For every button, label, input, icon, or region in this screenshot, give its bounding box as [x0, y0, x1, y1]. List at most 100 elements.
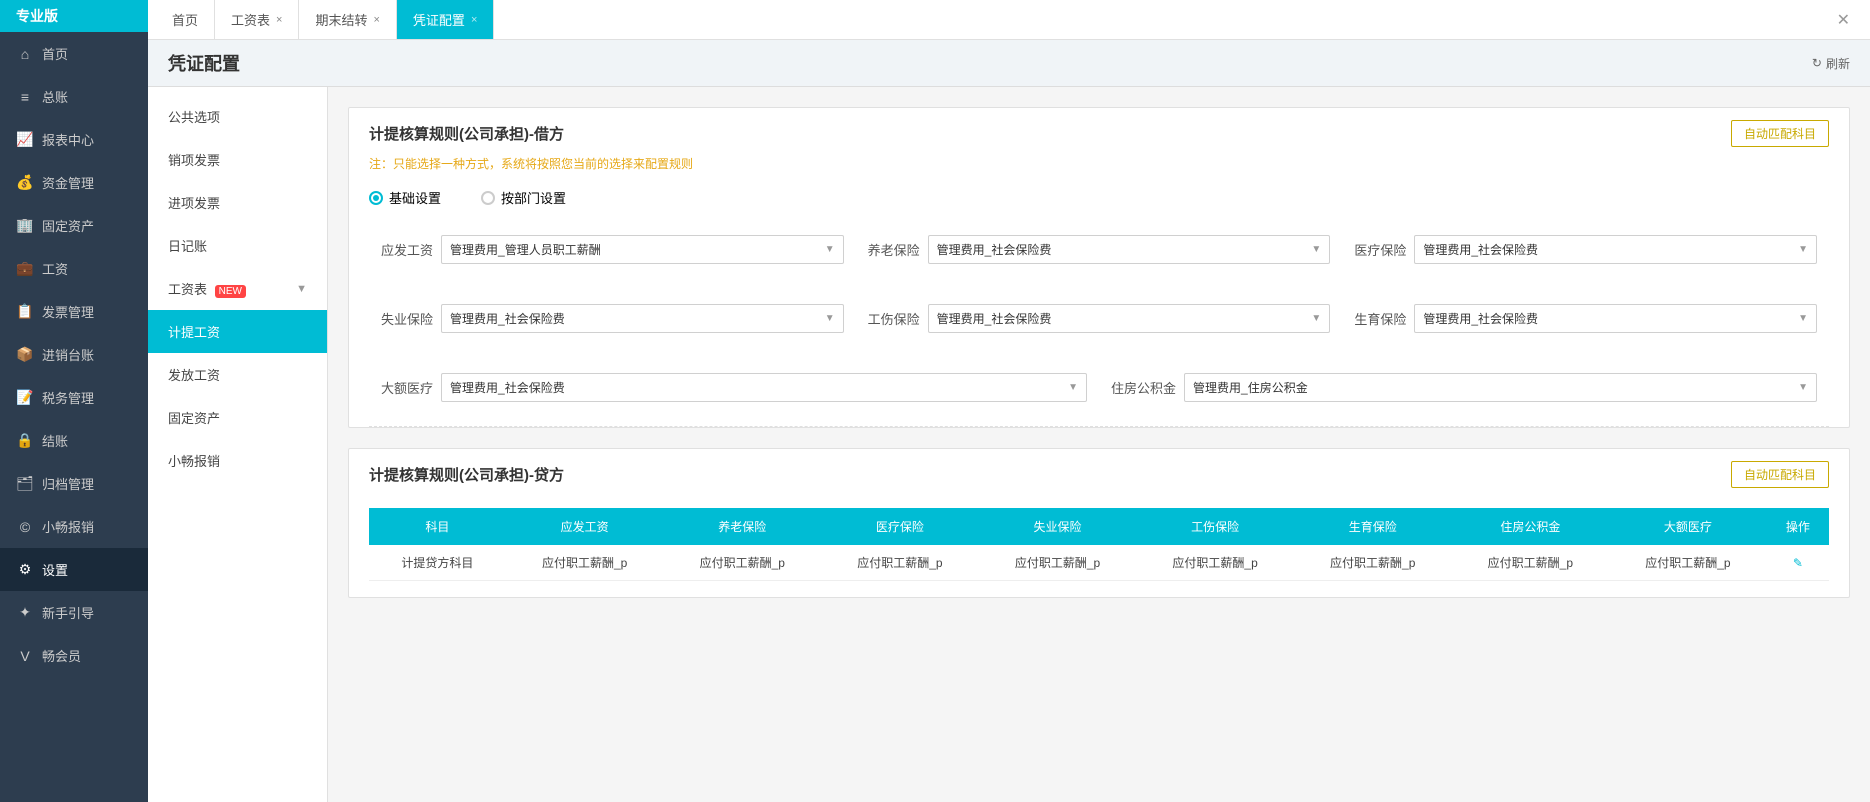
- th-ylbx: 养老保险: [663, 508, 821, 545]
- label-sybx: 失业保险: [381, 309, 433, 328]
- inventory-icon: 📦: [16, 346, 34, 363]
- tab-period-close-close[interactable]: ×: [373, 14, 379, 26]
- tab-payroll-close[interactable]: ×: [276, 14, 282, 26]
- select-sybx2[interactable]: 管理费用_社会保险费 ▼: [1414, 304, 1817, 333]
- label-zfgjj: 住房公积金: [1111, 378, 1176, 397]
- select-zfgjj[interactable]: 管理费用_住房公积金 ▼: [1184, 373, 1817, 402]
- menu-item-xiaochang-expense[interactable]: 小畅报销: [148, 439, 327, 482]
- tab-voucher-config-close[interactable]: ×: [471, 14, 477, 26]
- section1-divider: [369, 426, 1829, 427]
- auto-match-debit-button[interactable]: 自动匹配科目: [1731, 120, 1829, 147]
- select-ylbx[interactable]: 管理费用_社会保险费 ▼: [928, 235, 1331, 264]
- radio-basic[interactable]: 基础设置: [369, 188, 441, 207]
- menu-item-payroll-table[interactable]: 工资表 NEW ▼: [148, 267, 327, 310]
- refresh-label: 刷新: [1826, 55, 1850, 72]
- section-debit: 计提核算规则(公司承担)-借方 自动匹配科目 注：只能选择一种方式，系统将按照您…: [348, 107, 1850, 428]
- sidebar-item-settings[interactable]: ⚙ 设置: [0, 548, 148, 591]
- sidebar: 专业版 ⌂ 首页 ≡ 总账 📈 报表中心 💰 资金管理 🏢 固定资产 💼 工资 …: [0, 0, 148, 802]
- chevron-down-icon-ylbx2: ▼: [1798, 244, 1808, 255]
- sidebar-item-guide[interactable]: ✦ 新手引导: [0, 591, 148, 634]
- td-gsbx: 应付职工薪酬_p: [1136, 545, 1294, 581]
- sidebar-item-xiaochang[interactable]: © 小畅报销: [0, 505, 148, 548]
- credit-table: 科目 应发工资 养老保险 医疗保险 失业保险 工伤保险 生育保险 住房公积金 大…: [369, 508, 1829, 581]
- sidebar-label-assets: 固定资产: [42, 216, 94, 235]
- sidebar-item-closing[interactable]: 🔒 结账: [0, 419, 148, 462]
- field-sybx2: 生育保险 管理费用_社会保险费 ▼: [1342, 296, 1829, 341]
- field-gsbx: 工伤保险 管理费用_社会保险费 ▼: [856, 296, 1343, 341]
- menu-item-issue-payroll[interactable]: 发放工资: [148, 353, 327, 396]
- sidebar-item-assets[interactable]: 🏢 固定资产: [0, 204, 148, 247]
- select-deyly[interactable]: 管理费用_社会保险费 ▼: [441, 373, 1087, 402]
- select-gsbx[interactable]: 管理费用_社会保险费 ▼: [928, 304, 1331, 333]
- sidebar-label-settings: 设置: [42, 560, 68, 579]
- select-sybx[interactable]: 管理费用_社会保险费 ▼: [441, 304, 844, 333]
- sidebar-label-ledger: 总账: [42, 87, 68, 106]
- menu-label-journal: 日记账: [168, 236, 207, 255]
- th-action: 操作: [1767, 508, 1829, 545]
- section2-header: 计提核算规则(公司承担)-贷方 自动匹配科目: [349, 449, 1849, 496]
- tab-period-close[interactable]: 期末结转 ×: [299, 0, 396, 39]
- reports-icon: 📈: [16, 131, 34, 148]
- td-sybx: 应付职工薪酬_p: [979, 545, 1137, 581]
- section-credit: 计提核算规则(公司承担)-贷方 自动匹配科目 科目 应发工资 养老保险 医疗保险…: [348, 448, 1850, 598]
- menu-item-fixed-assets[interactable]: 固定资产: [148, 396, 327, 439]
- sidebar-label-home: 首页: [42, 44, 68, 63]
- form-grid-row1: 应发工资 管理费用_管理人员职工薪酬 ▼ 养老保险 管理费用_社会保险费 ▼: [349, 219, 1849, 288]
- radio-department[interactable]: 按部门设置: [481, 188, 566, 207]
- menu-item-public[interactable]: 公共选项: [148, 95, 327, 138]
- tab-voucher-config[interactable]: 凭证配置 ×: [397, 0, 494, 39]
- menu-item-accrual-payroll[interactable]: 计提工资: [148, 310, 327, 353]
- select-ylbx2[interactable]: 管理费用_社会保险费 ▼: [1414, 235, 1817, 264]
- guide-icon: ✦: [16, 604, 34, 621]
- menu-label-xiaochang-expense: 小畅报销: [168, 451, 220, 470]
- sidebar-item-ledger[interactable]: ≡ 总账: [0, 75, 148, 118]
- sidebar-item-reports[interactable]: 📈 报表中心: [0, 118, 148, 161]
- sidebar-label-funds: 资金管理: [42, 173, 94, 192]
- section1-header: 计提核算规则(公司承担)-借方 自动匹配科目: [349, 108, 1849, 155]
- sidebar-item-archive[interactable]: 🗂 归档管理: [0, 462, 148, 505]
- closing-icon: 🔒: [16, 432, 34, 449]
- brand-label: 专业版: [16, 6, 58, 26]
- td-action[interactable]: ✎: [1767, 545, 1829, 581]
- form-grid-row2: 失业保险 管理费用_社会保险费 ▼ 工伤保险 管理费用_社会保险费 ▼: [349, 288, 1849, 357]
- home-icon: ⌂: [16, 46, 34, 62]
- tab-home[interactable]: 首页: [156, 0, 215, 39]
- refresh-icon: ↻: [1812, 56, 1822, 70]
- menu-label-public: 公共选项: [168, 107, 220, 126]
- left-menu: 公共选项 销项发票 进项发票 日记账 工资表 NEW ▼ 计提工资: [148, 87, 328, 802]
- sidebar-item-tax[interactable]: 📝 税务管理: [0, 376, 148, 419]
- tab-voucher-config-label: 凭证配置: [413, 10, 465, 29]
- th-ylbx2: 医疗保险: [821, 508, 979, 545]
- menu-item-journal[interactable]: 日记账: [148, 224, 327, 267]
- sidebar-item-vip[interactable]: V 畅会员: [0, 634, 148, 677]
- menu-item-purchase-invoice[interactable]: 进项发票: [148, 181, 327, 224]
- sidebar-item-invoice[interactable]: 📋 发票管理: [0, 290, 148, 333]
- chevron-down-icon-gsbx: ▼: [1311, 313, 1321, 324]
- tab-payroll[interactable]: 工资表 ×: [215, 0, 299, 39]
- sidebar-label-reports: 报表中心: [42, 130, 94, 149]
- chevron-down-icon-ylbx: ▼: [1311, 244, 1321, 255]
- select-sybx-value: 管理费用_社会保险费: [450, 310, 565, 327]
- sidebar-item-inventory[interactable]: 📦 进销台账: [0, 333, 148, 376]
- td-ylbx: 应付职工薪酬_p: [663, 545, 821, 581]
- sidebar-item-payroll[interactable]: 💼 工资: [0, 247, 148, 290]
- tab-home-label: 首页: [172, 10, 198, 29]
- sidebar-label-archive: 归档管理: [42, 474, 94, 493]
- menu-label-accrual-payroll: 计提工资: [168, 322, 220, 341]
- field-ylbx2: 医疗保险 管理费用_社会保险费 ▼: [1342, 227, 1829, 272]
- sidebar-item-funds[interactable]: 💰 资金管理: [0, 161, 148, 204]
- main-area: 首页 工资表 × 期末结转 × 凭证配置 × ✕ 凭证配置 ↻ 刷新 公共选项: [148, 0, 1870, 802]
- field-ylbx: 养老保险 管理费用_社会保险费 ▼: [856, 227, 1343, 272]
- label-deyly: 大额医疗: [381, 378, 433, 397]
- chevron-down-icon-sybx2: ▼: [1798, 313, 1808, 324]
- credit-table-container: 科目 应发工资 养老保险 医疗保险 失业保险 工伤保险 生育保险 住房公积金 大…: [349, 496, 1849, 597]
- refresh-button[interactable]: ↻ 刷新: [1812, 55, 1850, 72]
- auto-match-credit-button[interactable]: 自动匹配科目: [1731, 461, 1829, 488]
- sidebar-label-closing: 结账: [42, 431, 68, 450]
- sidebar-item-home[interactable]: ⌂ 首页: [0, 32, 148, 75]
- field-zfgjj: 住房公积金 管理费用_住房公积金 ▼: [1099, 365, 1829, 410]
- select-yfgz[interactable]: 管理费用_管理人员职工薪酬 ▼: [441, 235, 844, 264]
- close-all-button[interactable]: ✕: [1825, 10, 1862, 30]
- menu-item-sales-invoice[interactable]: 销项发票: [148, 138, 327, 181]
- th-deyly: 大额医疗: [1609, 508, 1767, 545]
